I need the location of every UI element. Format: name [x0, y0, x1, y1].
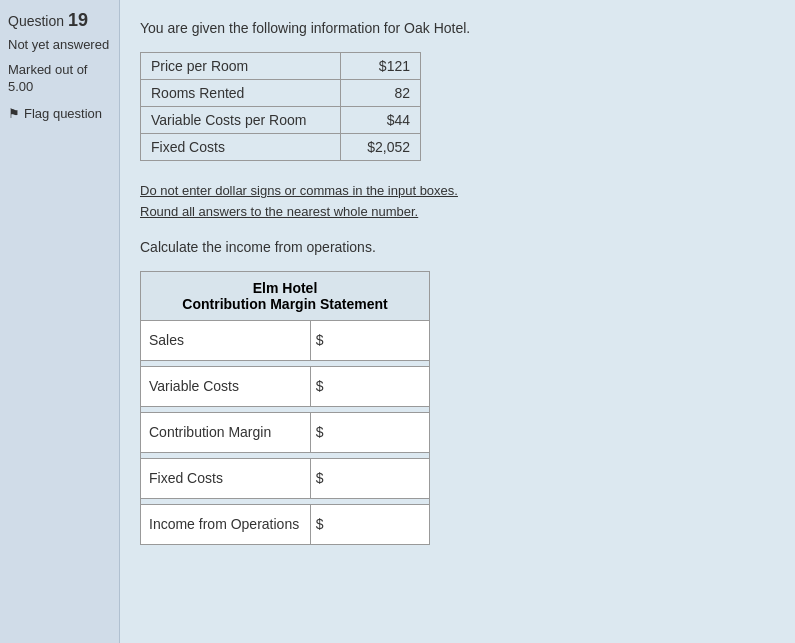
cms-input-cell[interactable]	[329, 320, 430, 360]
cms-dollar-sign: $	[311, 504, 329, 544]
info-label: Fixed Costs	[141, 134, 341, 161]
cms-title: Elm Hotel Contribution Margin Statement	[141, 271, 430, 320]
not-answered-status: Not yet answered	[8, 37, 111, 54]
info-value: $44	[341, 107, 421, 134]
info-row: Variable Costs per Room $44	[141, 107, 421, 134]
cms-data-row: Variable Costs $	[141, 366, 430, 406]
flag-label: Flag question	[24, 106, 102, 121]
cms-title-line2: Contribution Margin Statement	[182, 296, 387, 312]
info-label: Price per Room	[141, 53, 341, 80]
cms-dollar-sign: $	[311, 320, 329, 360]
cms-input-cell[interactable]	[329, 504, 430, 544]
info-label: Variable Costs per Room	[141, 107, 341, 134]
cms-dollar-sign: $	[311, 458, 329, 498]
instruction-1: Do not enter dollar signs or commas in t…	[140, 181, 775, 202]
cms-row-label: Contribution Margin	[141, 412, 311, 452]
cms-input-cell[interactable]	[329, 458, 430, 498]
cms-header-row: Elm Hotel Contribution Margin Statement	[141, 271, 430, 320]
question-label: Question 19	[8, 10, 111, 31]
instructions: Do not enter dollar signs or commas in t…	[140, 181, 775, 223]
cms-row-label: Variable Costs	[141, 366, 311, 406]
cms-table: Elm Hotel Contribution Margin Statement …	[140, 271, 430, 545]
cms-input[interactable]	[329, 321, 430, 360]
intro-text: You are given the following information …	[140, 20, 775, 36]
cms-input[interactable]	[329, 505, 430, 544]
cms-row-label: Sales	[141, 320, 311, 360]
given-info-table: Price per Room $121 Rooms Rented 82 Vari…	[140, 52, 421, 161]
cms-data-row: Fixed Costs $	[141, 458, 430, 498]
flag-question-button[interactable]: ⚑ Flag question	[8, 106, 111, 121]
info-row: Fixed Costs $2,052	[141, 134, 421, 161]
info-value: 82	[341, 80, 421, 107]
info-value: $121	[341, 53, 421, 80]
info-row: Price per Room $121	[141, 53, 421, 80]
info-label: Rooms Rented	[141, 80, 341, 107]
cms-input-cell[interactable]	[329, 412, 430, 452]
cms-input[interactable]	[329, 459, 430, 498]
cms-data-row: Income from Operations $	[141, 504, 430, 544]
sidebar: Question 19 Not yet answered Marked out …	[0, 0, 120, 643]
calculate-text: Calculate the income from operations.	[140, 239, 775, 255]
cms-title-line1: Elm Hotel	[253, 280, 318, 296]
cms-row-label: Fixed Costs	[141, 458, 311, 498]
cms-input[interactable]	[329, 413, 430, 452]
cms-data-row: Sales $	[141, 320, 430, 360]
info-row: Rooms Rented 82	[141, 80, 421, 107]
cms-dollar-sign: $	[311, 412, 329, 452]
flag-icon: ⚑	[8, 106, 20, 121]
cms-dollar-sign: $	[311, 366, 329, 406]
cms-input-cell[interactable]	[329, 366, 430, 406]
cms-data-row: Contribution Margin $	[141, 412, 430, 452]
info-value: $2,052	[341, 134, 421, 161]
cms-row-label: Income from Operations	[141, 504, 311, 544]
cms-input[interactable]	[329, 367, 430, 406]
question-text: Question	[8, 13, 64, 29]
instruction-2: Round all answers to the nearest whole n…	[140, 202, 775, 223]
question-number: 19	[68, 10, 88, 30]
marked-out-label: Marked out of 5.00	[8, 62, 111, 96]
main-content: You are given the following information …	[120, 0, 795, 643]
